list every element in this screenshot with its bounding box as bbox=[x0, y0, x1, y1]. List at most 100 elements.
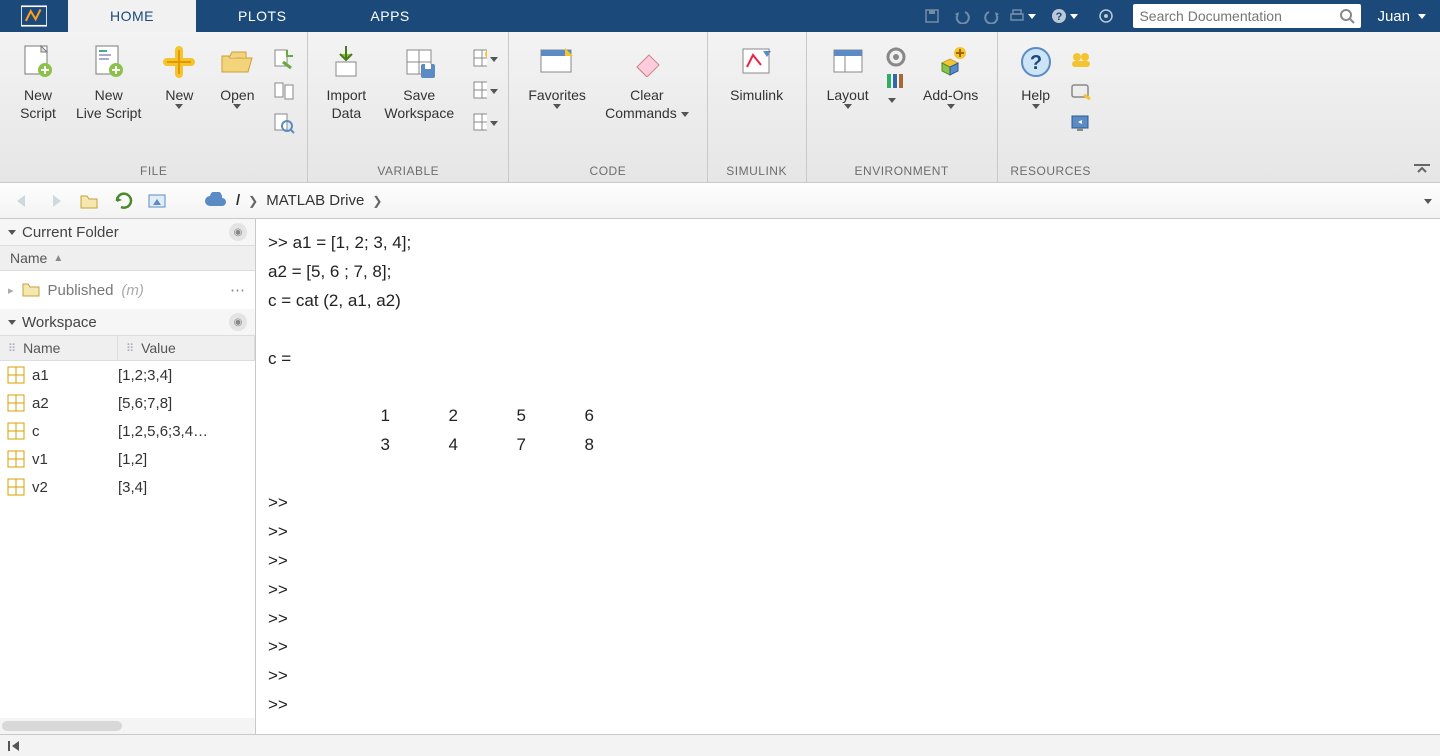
cloud-icon[interactable] bbox=[202, 192, 228, 210]
refresh-icon[interactable] bbox=[110, 187, 138, 215]
layout-button[interactable]: Layout bbox=[817, 40, 879, 111]
help-icon[interactable]: ? bbox=[1049, 0, 1079, 32]
print-icon[interactable] bbox=[1007, 0, 1037, 32]
save-workspace-button[interactable]: Save Workspace bbox=[376, 40, 462, 124]
ribbon-group-code: Favorites Clear Commands CODE bbox=[509, 32, 707, 182]
favorites-button[interactable]: Favorites bbox=[519, 40, 595, 111]
chevron-down-icon[interactable] bbox=[8, 224, 16, 241]
set-path-icon[interactable] bbox=[885, 72, 909, 107]
import-data-button[interactable]: Import Data bbox=[318, 40, 374, 124]
save-icon[interactable] bbox=[917, 0, 947, 32]
chevron-right-icon: ❯ bbox=[248, 194, 258, 208]
simulink-button[interactable]: Simulink bbox=[718, 40, 796, 106]
community-icon[interactable] bbox=[1068, 46, 1094, 72]
side-panel: Current Folder ◉ Name ▲ ▸ Published (m) … bbox=[0, 219, 256, 734]
command-window[interactable]: >> a1 = [1, 2; 3, 4];a2 = [5, 6 ; 7, 8];… bbox=[256, 219, 1440, 734]
layout-icon bbox=[828, 42, 868, 82]
clear-commands-button[interactable]: Clear Commands bbox=[597, 40, 696, 124]
import-icon bbox=[326, 42, 366, 82]
folder-open-icon bbox=[217, 42, 257, 82]
forward-button[interactable] bbox=[42, 187, 70, 215]
chevron-right-icon: ❯ bbox=[372, 194, 382, 208]
chevron-down-icon[interactable] bbox=[8, 314, 16, 331]
new-live-script-icon bbox=[89, 42, 129, 82]
workspace-var-row[interactable]: a2[5,6;7,8] bbox=[0, 389, 255, 417]
tab-plots[interactable]: PLOTS bbox=[196, 0, 328, 32]
back-button[interactable] bbox=[8, 187, 36, 215]
open-button[interactable]: Open bbox=[209, 40, 265, 111]
svg-text:?: ? bbox=[1030, 52, 1042, 74]
svg-text:?: ? bbox=[1056, 11, 1063, 23]
workspace-list: a1[1,2;3,4]a2[5,6;7,8]c[1,2,5,6;3,4…v1[1… bbox=[0, 361, 255, 718]
help-button[interactable]: ? Help bbox=[1008, 40, 1064, 111]
eraser-icon bbox=[627, 42, 667, 82]
matrix-icon bbox=[6, 393, 26, 413]
ribbon-group-simulink: Simulink SIMULINK bbox=[708, 32, 807, 182]
search-files-icon[interactable] bbox=[271, 110, 297, 136]
new-script-icon bbox=[18, 42, 58, 82]
preferences-icon[interactable] bbox=[885, 46, 909, 68]
search-documentation[interactable] bbox=[1133, 4, 1361, 28]
tab-apps[interactable]: APPS bbox=[328, 0, 451, 32]
user-name: Juan bbox=[1377, 8, 1410, 25]
favorites-icon bbox=[537, 42, 577, 82]
matrix-icon bbox=[6, 365, 26, 385]
search-icon[interactable] bbox=[1339, 8, 1355, 24]
status-bar bbox=[0, 734, 1440, 756]
current-folder-columns[interactable]: Name ▲ bbox=[0, 246, 255, 271]
go-to-start-icon[interactable] bbox=[6, 739, 22, 753]
path-root[interactable]: / bbox=[236, 192, 240, 209]
clear-workspace-icon[interactable] bbox=[472, 110, 498, 136]
ribbon-group-resources: ? Help RESOURCES bbox=[998, 32, 1104, 182]
quick-access-toolbar: ? bbox=[917, 0, 1127, 32]
folder-icon bbox=[22, 283, 40, 297]
user-menu[interactable]: Juan bbox=[1367, 0, 1440, 32]
address-bar: / ❯ MATLAB Drive ❯ bbox=[0, 183, 1440, 219]
save-workspace-icon bbox=[399, 42, 439, 82]
matrix-icon bbox=[6, 449, 26, 469]
find-files-icon[interactable] bbox=[271, 46, 297, 72]
request-support-icon[interactable] bbox=[1068, 78, 1094, 104]
current-folder-header[interactable]: Current Folder ◉ bbox=[0, 219, 255, 246]
browse-icon[interactable] bbox=[144, 187, 172, 215]
addons-icon bbox=[931, 42, 971, 82]
workspace-header[interactable]: Workspace ◉ bbox=[0, 309, 255, 336]
workspace-columns[interactable]: ⠿Name ⠿Value bbox=[0, 336, 255, 361]
expand-icon[interactable]: ▸ bbox=[8, 284, 14, 297]
new-variable-icon[interactable] bbox=[472, 46, 498, 72]
top-menubar: HOME PLOTS APPS ? Juan bbox=[0, 0, 1440, 32]
search-input[interactable] bbox=[1139, 8, 1335, 24]
folder-row-published[interactable]: ▸ Published (m) ⋯ bbox=[0, 277, 255, 303]
new-button[interactable]: New bbox=[151, 40, 207, 111]
matlab-logo-icon bbox=[0, 0, 68, 32]
new-live-script-button[interactable]: New Live Script bbox=[68, 40, 149, 124]
horizontal-scrollbar[interactable] bbox=[0, 718, 255, 734]
redo-icon[interactable] bbox=[977, 0, 1007, 32]
ribbon-group-variable: Import Data Save Workspace VARIABLE bbox=[308, 32, 509, 182]
up-folder-icon[interactable] bbox=[76, 187, 104, 215]
path-drive[interactable]: MATLAB Drive bbox=[266, 192, 364, 209]
learn-matlab-icon[interactable] bbox=[1068, 110, 1094, 136]
main-area: Current Folder ◉ Name ▲ ▸ Published (m) … bbox=[0, 219, 1440, 734]
ribbon-group-environment: Layout Add-Ons ENVIRONMENT bbox=[807, 32, 998, 182]
workspace-var-row[interactable]: a1[1,2;3,4] bbox=[0, 361, 255, 389]
workspace-var-row[interactable]: c[1,2,5,6;3,4… bbox=[0, 417, 255, 445]
more-icon[interactable]: ⋯ bbox=[230, 281, 247, 299]
panel-actions-icon[interactable]: ◉ bbox=[229, 223, 247, 241]
undo-icon[interactable] bbox=[947, 0, 977, 32]
new-script-button[interactable]: New Script bbox=[10, 40, 66, 124]
collapse-ribbon-icon[interactable] bbox=[1412, 162, 1432, 176]
target-icon[interactable] bbox=[1091, 0, 1121, 32]
compare-icon[interactable] bbox=[271, 78, 297, 104]
plus-icon bbox=[159, 42, 199, 82]
panel-actions-icon[interactable]: ◉ bbox=[229, 313, 247, 331]
workspace-var-row[interactable]: v1[1,2] bbox=[0, 445, 255, 473]
open-variable-icon[interactable] bbox=[472, 78, 498, 104]
help-circle-icon: ? bbox=[1016, 42, 1056, 82]
ribbon-group-file: New Script New Live Script New Open bbox=[0, 32, 308, 182]
addons-button[interactable]: Add-Ons bbox=[915, 40, 987, 111]
workspace-var-row[interactable]: v2[3,4] bbox=[0, 473, 255, 501]
ribbon-toolstrip: New Script New Live Script New Open bbox=[0, 32, 1440, 183]
path-dropdown[interactable] bbox=[1424, 193, 1432, 208]
tab-home[interactable]: HOME bbox=[68, 0, 196, 32]
